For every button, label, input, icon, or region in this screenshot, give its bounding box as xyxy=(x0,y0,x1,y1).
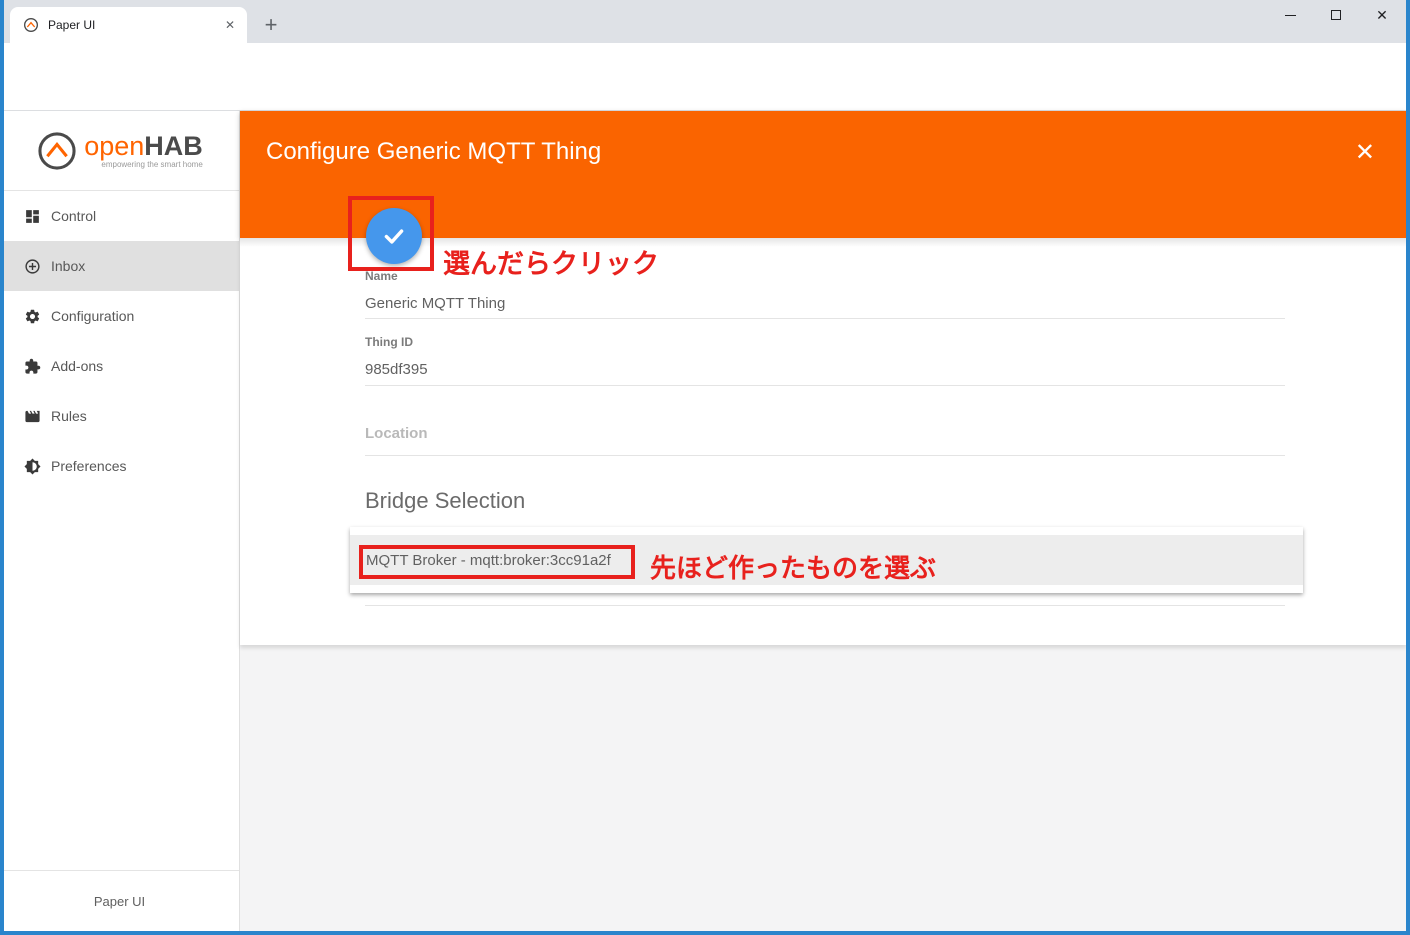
annotation-box-bridge xyxy=(359,545,635,579)
logo-hab-text: HAB xyxy=(144,130,203,161)
openhab-favicon-icon xyxy=(24,18,38,32)
sidebar-item-preferences[interactable]: Preferences xyxy=(0,441,239,491)
logo-open-text: open xyxy=(84,130,145,161)
maximize-icon xyxy=(1331,10,1341,20)
sidebar-footer-label: Paper UI xyxy=(93,893,146,909)
tab-close-icon[interactable]: ✕ xyxy=(225,18,235,32)
minimize-button[interactable] xyxy=(1267,0,1313,30)
main-content: Configure Generic MQTT Thing ✕ 選んだらクリック … xyxy=(240,111,1406,931)
annotation-box-fab xyxy=(348,196,434,271)
bridge-selection-heading: Bridge Selection xyxy=(365,488,526,513)
window-border-bottom xyxy=(0,931,1410,935)
openhab-logo-icon xyxy=(38,131,76,170)
dashboard-icon xyxy=(26,209,39,223)
minimize-icon xyxy=(1284,14,1296,16)
tab-title: Paper UI xyxy=(48,18,96,32)
thing-id-field-underline xyxy=(365,385,1285,386)
sidebar-item-label: Control xyxy=(51,208,97,224)
window-border-left xyxy=(0,0,4,935)
name-field-underline xyxy=(365,318,1285,319)
name-field-label: Name xyxy=(365,269,398,283)
gear-icon xyxy=(25,309,40,323)
thing-id-field-input[interactable]: 985df395 xyxy=(365,361,428,378)
sidebar-item-configuration[interactable]: Configuration xyxy=(0,291,239,341)
titlebar: Paper UI ✕ + ✕ xyxy=(0,0,1410,43)
navbar: 保護されていない通信 ⋮ xyxy=(0,43,1410,118)
logo-tagline: empowering the smart home xyxy=(101,159,203,169)
tab-paper-ui[interactable]: Paper UI ✕ xyxy=(10,7,247,43)
window-controls: ✕ xyxy=(1267,0,1405,30)
sidebar-item-addons[interactable]: Add-ons xyxy=(0,341,239,391)
browser-window: Paper UI ✕ + ✕ 保護されていない通信 ⋮ xyxy=(0,0,1410,935)
sidebar-item-rules[interactable]: Rules xyxy=(0,391,239,441)
location-field-underline xyxy=(365,455,1285,456)
movie-icon xyxy=(25,410,40,422)
brightness-icon xyxy=(24,457,41,475)
bridge-field-underline xyxy=(365,605,1285,606)
window-border-right xyxy=(1406,0,1410,935)
dialog-title: Configure Generic MQTT Thing xyxy=(266,138,602,165)
puzzle-icon xyxy=(25,358,41,374)
openhab-logo: openHAB empowering the smart home xyxy=(0,111,239,191)
sidebar-item-label: Add-ons xyxy=(51,358,104,374)
name-field-input[interactable]: Generic MQTT Thing xyxy=(365,295,505,312)
sidebar-item-label: Rules xyxy=(51,408,87,424)
thing-id-field-label: Thing ID xyxy=(365,335,413,349)
bookmarks-bar: アプリ » xyxy=(0,78,1410,180)
sidebar-item-label: Configuration xyxy=(51,308,135,324)
dialog-close-button[interactable]: ✕ xyxy=(1355,141,1375,165)
location-field-input[interactable]: Location xyxy=(365,425,428,442)
annotation-text-fab: 選んだらクリック xyxy=(443,249,659,279)
sidebar-item-control[interactable]: Control xyxy=(0,191,239,241)
sidebar: openHAB empowering the smart home Contro… xyxy=(0,111,240,931)
add-circle-icon xyxy=(25,258,40,274)
sidebar-footer: Paper UI xyxy=(0,870,239,931)
maximize-button[interactable] xyxy=(1313,0,1359,30)
new-tab-button[interactable]: + xyxy=(256,10,286,40)
sidebar-item-label: Inbox xyxy=(51,258,86,274)
window-close-button[interactable]: ✕ xyxy=(1359,0,1405,30)
annotation-text-bridge: 先ほど作ったものを選ぶ xyxy=(650,553,937,583)
logo-text: openHAB empowering the smart home xyxy=(84,130,203,169)
sidebar-item-label: Preferences xyxy=(51,458,127,474)
sidebar-item-inbox[interactable]: Inbox xyxy=(0,241,239,291)
close-icon: ✕ xyxy=(1376,7,1388,23)
